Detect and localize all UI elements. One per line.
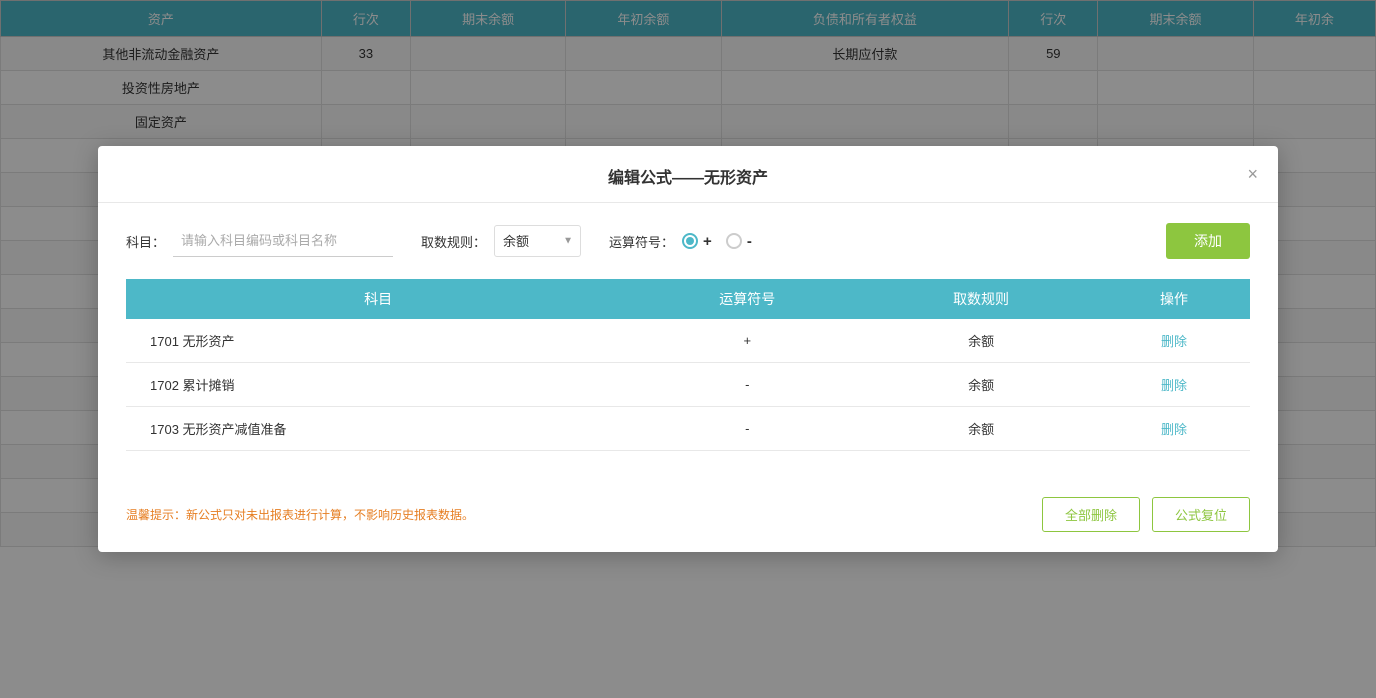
rule-group: 取数规则： 余额借方贷方借方累计贷方累计 ▼ bbox=[421, 225, 581, 257]
rule-select[interactable]: 余额借方贷方借方累计贷方累计 bbox=[494, 225, 581, 257]
formula-table: 科目 运算符号 取数规则 操作 1701 无形资产 + 余额 删除 1702 累… bbox=[126, 279, 1250, 451]
th-rule: 取数规则 bbox=[864, 279, 1098, 319]
modal-close-button[interactable]: × bbox=[1247, 165, 1258, 183]
table-row: 1703 无形资产减值准备 - 余额 删除 bbox=[126, 407, 1250, 451]
table-header-row: 科目 运算符号 取数规则 操作 bbox=[126, 279, 1250, 319]
th-subject: 科目 bbox=[126, 279, 630, 319]
subject-group: 科目： bbox=[126, 225, 393, 257]
add-button[interactable]: 添加 bbox=[1166, 223, 1250, 259]
delete-all-button[interactable]: 全部删除 bbox=[1042, 497, 1140, 532]
formula-subject: 1703 无形资产减值准备 bbox=[126, 407, 630, 451]
formula-action: 删除 bbox=[1098, 363, 1250, 407]
formula-rule: 余额 bbox=[864, 363, 1098, 407]
subject-input[interactable] bbox=[173, 225, 393, 257]
th-operator: 运算符号 bbox=[630, 279, 864, 319]
operator-radio-group: + - bbox=[682, 233, 752, 250]
modal-footer: 温馨提示：新公式只对未出报表进行计算，不影响历史报表数据。 全部删除 公式复位 bbox=[98, 483, 1278, 552]
operator-minus-radio[interactable] bbox=[726, 233, 742, 249]
table-row: 1701 无形资产 + 余额 删除 bbox=[126, 319, 1250, 363]
operator-group: 运算符号： + - bbox=[609, 232, 752, 251]
formula-subject: 1701 无形资产 bbox=[126, 319, 630, 363]
delete-link[interactable]: 删除 bbox=[1161, 378, 1187, 393]
rule-label: 取数规则： bbox=[421, 232, 486, 251]
operator-plus-item[interactable]: + bbox=[682, 233, 712, 250]
formula-operator: - bbox=[630, 407, 864, 451]
formula-subject: 1702 累计摊销 bbox=[126, 363, 630, 407]
operator-minus-label: - bbox=[747, 233, 752, 250]
formula-operator: + bbox=[630, 319, 864, 363]
formula-action: 删除 bbox=[1098, 319, 1250, 363]
rule-select-wrapper: 余额借方贷方借方累计贷方累计 ▼ bbox=[494, 225, 581, 257]
reset-formula-button[interactable]: 公式复位 bbox=[1152, 497, 1250, 532]
footer-tip: 温馨提示：新公式只对未出报表进行计算，不影响历史报表数据。 bbox=[126, 506, 474, 523]
form-row: 科目： 取数规则： 余额借方贷方借方累计贷方累计 ▼ 运算符号： + bbox=[126, 223, 1250, 259]
formula-rule: 余额 bbox=[864, 407, 1098, 451]
edit-formula-modal: 编辑公式——无形资产 × 科目： 取数规则： 余额借方贷方借方累计贷方累计 ▼ … bbox=[98, 146, 1278, 552]
operator-plus-label: + bbox=[703, 233, 712, 250]
footer-buttons: 全部删除 公式复位 bbox=[1042, 497, 1250, 532]
th-action: 操作 bbox=[1098, 279, 1250, 319]
modal-title: 编辑公式——无形资产 bbox=[608, 164, 768, 188]
delete-link[interactable]: 删除 bbox=[1161, 422, 1187, 437]
delete-link[interactable]: 删除 bbox=[1161, 334, 1187, 349]
table-row: 1702 累计摊销 - 余额 删除 bbox=[126, 363, 1250, 407]
formula-action: 删除 bbox=[1098, 407, 1250, 451]
formula-operator: - bbox=[630, 363, 864, 407]
formula-rule: 余额 bbox=[864, 319, 1098, 363]
subject-label: 科目： bbox=[126, 232, 165, 251]
modal-body: 科目： 取数规则： 余额借方贷方借方累计贷方累计 ▼ 运算符号： + bbox=[98, 203, 1278, 483]
operator-plus-radio[interactable] bbox=[682, 233, 698, 249]
operator-minus-item[interactable]: - bbox=[726, 233, 752, 250]
modal-header: 编辑公式——无形资产 × bbox=[98, 146, 1278, 203]
operator-label: 运算符号： bbox=[609, 232, 674, 251]
